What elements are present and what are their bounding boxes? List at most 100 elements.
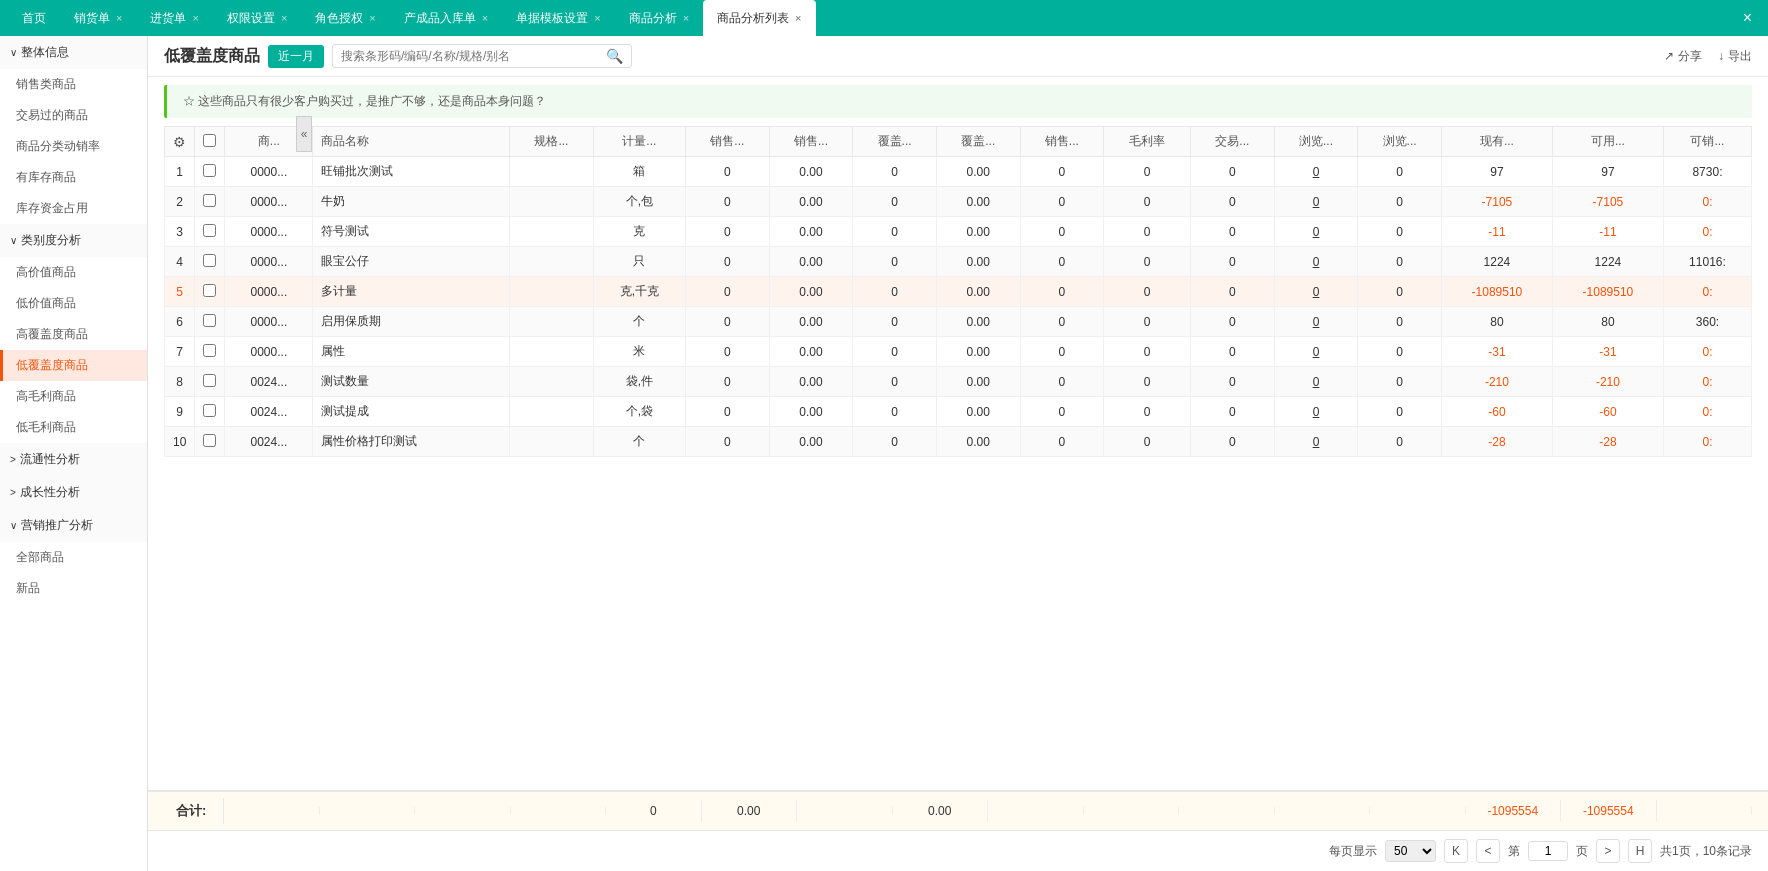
page-number-input[interactable]: [1528, 841, 1568, 861]
row-select-checkbox[interactable]: [203, 194, 216, 207]
row-browse1[interactable]: 0: [1274, 277, 1358, 307]
browse-link[interactable]: 0: [1313, 195, 1320, 209]
browse-link[interactable]: 0: [1313, 405, 1320, 419]
nav-tab-sales[interactable]: 销货单 ×: [60, 0, 136, 36]
browse-link[interactable]: 0: [1313, 225, 1320, 239]
close-icon[interactable]: ×: [116, 0, 122, 36]
sidebar-item-traded-goods[interactable]: 交易过的商品: [0, 100, 147, 131]
row-code: 0000...: [225, 277, 313, 307]
sidebar-section-growth[interactable]: > 成长性分析: [0, 476, 147, 509]
last-page-button[interactable]: H: [1628, 839, 1652, 863]
row-checkbox[interactable]: [195, 217, 225, 247]
nav-tab-goods-analysis-list[interactable]: 商品分析列表 ×: [703, 0, 815, 36]
row-select-checkbox[interactable]: [203, 434, 216, 447]
nav-tab-template[interactable]: 单据模板设置 ×: [502, 0, 614, 36]
row-checkbox[interactable]: [195, 307, 225, 337]
sidebar-item-low-margin[interactable]: 低毛利商品: [0, 412, 147, 443]
prev-page-button[interactable]: <: [1476, 839, 1500, 863]
sidebar-item-capital-occupy[interactable]: 库存资金占用: [0, 193, 147, 224]
row-browse2: 0: [1358, 277, 1442, 307]
sidebar-item-category-turnover[interactable]: 商品分类动销率: [0, 131, 147, 162]
close-icon[interactable]: ×: [683, 0, 689, 36]
row-checkbox[interactable]: [195, 187, 225, 217]
close-icon[interactable]: ×: [482, 0, 488, 36]
sidebar-item-in-stock[interactable]: 有库存商品: [0, 162, 147, 193]
next-page-button[interactable]: >: [1596, 839, 1620, 863]
row-select-checkbox[interactable]: [203, 404, 216, 417]
nav-tab-roles[interactable]: 角色授权 ×: [301, 0, 389, 36]
th-checkbox[interactable]: [195, 127, 225, 157]
sidebar-section-category[interactable]: ∨ 类别度分析: [0, 224, 147, 257]
nav-tab-production[interactable]: 产成品入库单 ×: [390, 0, 502, 36]
sidebar-section-marketing[interactable]: ∨ 营销推广分析: [0, 509, 147, 542]
share-button[interactable]: ↗ 分享: [1664, 48, 1702, 65]
per-page-select[interactable]: 50 100 200: [1385, 840, 1436, 862]
close-icon[interactable]: ×: [369, 0, 375, 36]
row-current-stock: 1224: [1441, 247, 1552, 277]
nav-tab-purchase[interactable]: 进货单 ×: [136, 0, 212, 36]
sidebar-section-overall-label: 整体信息: [21, 44, 69, 61]
row-select-checkbox[interactable]: [203, 254, 216, 267]
row-browse1[interactable]: 0: [1274, 187, 1358, 217]
close-icon[interactable]: ×: [192, 0, 198, 36]
row-checkbox[interactable]: [195, 367, 225, 397]
row-checkbox[interactable]: [195, 337, 225, 367]
sidebar-item-low-value[interactable]: 低价值商品: [0, 288, 147, 319]
nav-tab-home[interactable]: 首页: [8, 0, 60, 36]
row-browse1[interactable]: 0: [1274, 337, 1358, 367]
search-input[interactable]: [341, 49, 602, 63]
row-checkbox[interactable]: [195, 157, 225, 187]
row-select-checkbox[interactable]: [203, 314, 216, 327]
close-all-button[interactable]: ×: [1735, 9, 1760, 27]
sidebar-item-sales-goods[interactable]: 销售类商品: [0, 69, 147, 100]
row-browse1[interactable]: 0: [1274, 367, 1358, 397]
row-select-checkbox[interactable]: [203, 344, 216, 357]
row-checkbox[interactable]: [195, 247, 225, 277]
browse-link[interactable]: 0: [1313, 165, 1320, 179]
sidebar-item-new-goods[interactable]: 新品: [0, 573, 147, 604]
row-select-checkbox[interactable]: [203, 374, 216, 387]
sidebar-section-overall[interactable]: ∨ 整体信息: [0, 36, 147, 69]
row-checkbox[interactable]: [195, 277, 225, 307]
browse-link[interactable]: 0: [1313, 255, 1320, 269]
row-checkbox[interactable]: [195, 397, 225, 427]
select-all-checkbox[interactable]: [203, 134, 216, 147]
th-browse2: 浏览...: [1358, 127, 1442, 157]
row-available-stock: 1224: [1552, 247, 1663, 277]
row-browse1[interactable]: 0: [1274, 397, 1358, 427]
browse-link[interactable]: 0: [1313, 345, 1320, 359]
sidebar-section-circulation[interactable]: > 流通性分析: [0, 443, 147, 476]
row-browse1[interactable]: 0: [1274, 427, 1358, 457]
row-browse1[interactable]: 0: [1274, 157, 1358, 187]
nav-tab-permissions[interactable]: 权限设置 ×: [213, 0, 301, 36]
row-browse1[interactable]: 0: [1274, 307, 1358, 337]
sidebar-item-all-goods[interactable]: 全部商品: [0, 542, 147, 573]
time-filter-button[interactable]: 近一月: [268, 45, 324, 68]
close-icon[interactable]: ×: [281, 0, 287, 36]
row-select-checkbox[interactable]: [203, 164, 216, 177]
first-page-button[interactable]: K: [1444, 839, 1468, 863]
browse-link[interactable]: 0: [1313, 435, 1320, 449]
sidebar-item-low-coverage[interactable]: 低覆盖度商品: [0, 350, 147, 381]
browse-link[interactable]: 0: [1313, 315, 1320, 329]
sidebar-collapse-button[interactable]: «: [296, 116, 312, 152]
sidebar-item-high-value[interactable]: 高价值商品: [0, 257, 147, 288]
row-num: 8: [165, 367, 195, 397]
close-icon[interactable]: ×: [795, 0, 801, 36]
row-name: 属性价格打印测试: [313, 427, 510, 457]
row-select-checkbox[interactable]: [203, 224, 216, 237]
row-browse1[interactable]: 0: [1274, 217, 1358, 247]
export-button[interactable]: ↓ 导出: [1718, 48, 1752, 65]
row-cover2: 0.00: [936, 367, 1020, 397]
browse-link[interactable]: 0: [1313, 285, 1320, 299]
browse-link[interactable]: 0: [1313, 375, 1320, 389]
sidebar-item-high-margin[interactable]: 高毛利商品: [0, 381, 147, 412]
nav-tab-goods-analysis[interactable]: 商品分析 ×: [615, 0, 703, 36]
row-select-checkbox[interactable]: [203, 284, 216, 297]
sidebar-item-high-coverage[interactable]: 高覆盖度商品: [0, 319, 147, 350]
row-browse1[interactable]: 0: [1274, 247, 1358, 277]
close-icon[interactable]: ×: [594, 0, 600, 36]
row-checkbox[interactable]: [195, 427, 225, 457]
search-icon[interactable]: 🔍: [606, 48, 623, 64]
th-settings[interactable]: ⚙: [165, 127, 195, 157]
